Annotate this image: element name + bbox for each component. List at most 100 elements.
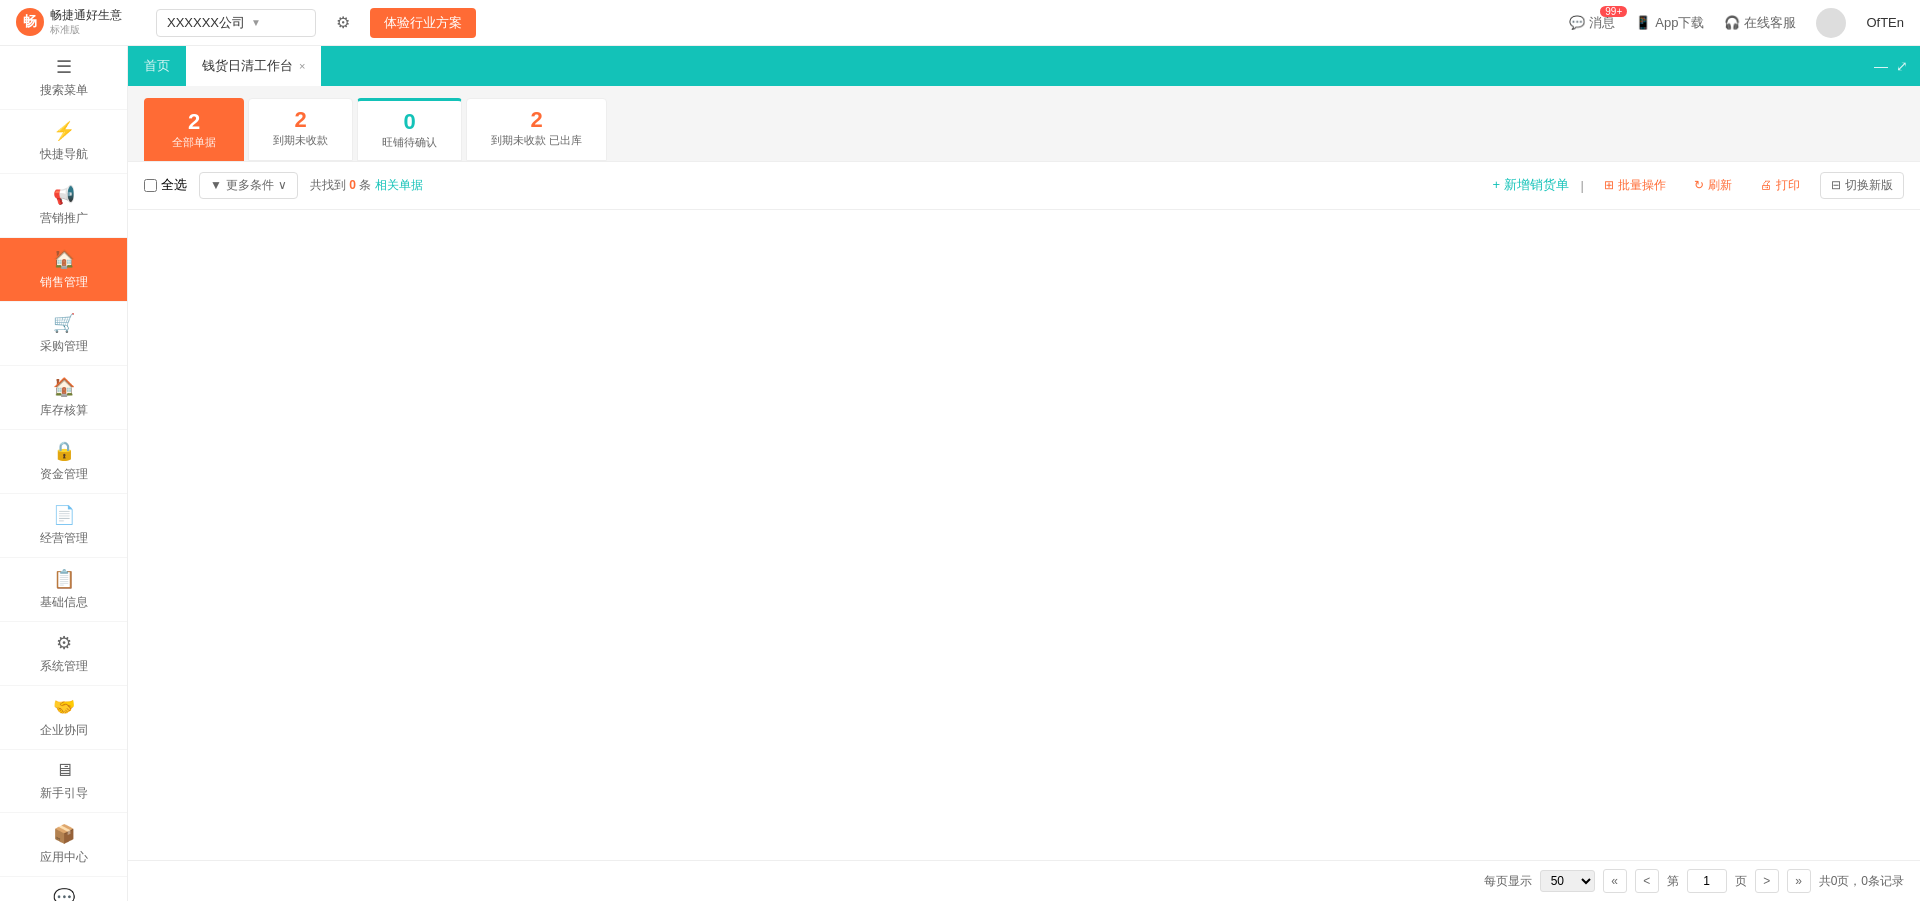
tab-active[interactable]: 钱货日清工作台 × xyxy=(186,46,321,86)
sidebar-inventory-label: 库存核算 xyxy=(40,402,88,419)
marketing-icon: 📢 xyxy=(53,184,75,206)
switch-button[interactable]: ⊟ 切换新版 xyxy=(1820,172,1904,199)
pagination: 每页显示 50 100 200 « < 第 页 > » 共0页，0条记录 xyxy=(128,860,1920,901)
batch-ops-button[interactable]: ⊞ 批量操作 xyxy=(1596,173,1674,198)
sidebar-guide-label: 新手引导 xyxy=(40,785,88,802)
search-icon: ☰ xyxy=(56,56,72,78)
first-page-button[interactable]: « xyxy=(1603,869,1627,893)
page-size-select[interactable]: 50 100 200 xyxy=(1540,870,1595,892)
select-all-checkbox[interactable] xyxy=(144,179,157,192)
settings-button[interactable]: ⚙ xyxy=(328,8,358,38)
page-label: 第 xyxy=(1667,873,1679,890)
tab-close-icon[interactable]: × xyxy=(299,60,305,72)
stat-overdue-label: 到期未收款 xyxy=(273,133,328,147)
sidebar: ☰ 搜索菜单 ⚡ 快捷导航 📢 营销推广 🏠 销售管理 🛒 采购管理 🏠 库存核… xyxy=(0,46,128,901)
batch-ops-label: 批量操作 xyxy=(1618,177,1666,194)
total-label: 共0页，0条记录 xyxy=(1819,873,1904,890)
batch-ops-icon: ⊞ xyxy=(1604,178,1614,192)
basic-info-icon: 📋 xyxy=(53,568,75,590)
sidebar-marketing-label: 营销推广 xyxy=(40,210,88,227)
sidebar-operations-label: 经营管理 xyxy=(40,530,88,547)
stat-tab-overdue[interactable]: 2 到期未收款 xyxy=(248,98,353,161)
avatar[interactable] xyxy=(1816,8,1846,38)
gear-icon: ⚙ xyxy=(336,13,350,32)
app-download-action[interactable]: 📱 App下载 xyxy=(1635,14,1704,32)
sidebar-item-cooperation[interactable]: 🤝 企业协同 xyxy=(0,686,127,750)
per-page-label: 每页显示 xyxy=(1484,873,1532,890)
main-content: 2 全部单据 2 到期未收款 0 旺铺待确认 2 到期未收款 已出库 全选 xyxy=(128,86,1920,901)
print-label: 打印 xyxy=(1776,177,1800,194)
sidebar-item-system[interactable]: ⚙ 系统管理 xyxy=(0,622,127,686)
header-right: 💬 消息 99+ 📱 App下载 🎧 在线客服 OfTEn xyxy=(1569,8,1904,38)
company-name: XXXXXX公司 xyxy=(167,14,245,32)
page-input[interactable] xyxy=(1687,869,1727,893)
chevron-icon: ∨ xyxy=(278,178,287,192)
last-page-button[interactable]: » xyxy=(1787,869,1811,893)
trial-button[interactable]: 体验行业方案 xyxy=(370,8,476,38)
tab-home[interactable]: 首页 xyxy=(128,46,186,86)
sidebar-item-purchase[interactable]: 🛒 采购管理 xyxy=(0,302,127,366)
related-link[interactable]: 相关单据 xyxy=(375,178,423,192)
new-sales-button[interactable]: + 新增销货单 xyxy=(1492,176,1568,194)
filter-button[interactable]: ▼ 更多条件 ∨ xyxy=(199,172,298,199)
prev-page-icon: < xyxy=(1643,874,1650,888)
stat-pending-label: 旺铺待确认 xyxy=(382,135,437,149)
stat-tab-pending[interactable]: 0 旺铺待确认 xyxy=(357,98,462,161)
app-download-label: App下载 xyxy=(1655,14,1704,32)
sidebar-sales-label: 销售管理 xyxy=(40,274,88,291)
tab-bar: 首页 钱货日清工作台 × — ⤢ xyxy=(128,46,1920,86)
sidebar-item-wechat[interactable]: 💬 企业微信 xyxy=(0,877,127,901)
sidebar-item-operations[interactable]: 📄 经营管理 xyxy=(0,494,127,558)
service-icon: 🎧 xyxy=(1724,15,1740,30)
stat-all-label: 全部单据 xyxy=(172,135,216,149)
prev-page-button[interactable]: < xyxy=(1635,869,1659,893)
switch-icon: ⊟ xyxy=(1831,178,1841,192)
sidebar-system-label: 系统管理 xyxy=(40,658,88,675)
sidebar-item-guide[interactable]: 🖥 新手引导 xyxy=(0,750,127,813)
minimize-icon[interactable]: — xyxy=(1874,58,1888,74)
found-text: 共找到 0 条 相关单据 xyxy=(310,177,423,194)
stat-tab-all[interactable]: 2 全部单据 xyxy=(144,98,244,161)
avatar-name: OfTEn xyxy=(1866,15,1904,30)
sidebar-item-sales[interactable]: 🏠 销售管理 xyxy=(0,238,127,302)
sidebar-app-center-label: 应用中心 xyxy=(40,849,88,866)
sidebar-item-finance[interactable]: 🔒 资金管理 xyxy=(0,430,127,494)
logo-badge: 标准版 xyxy=(50,23,122,37)
sales-icon: 🏠 xyxy=(53,248,75,270)
guide-icon: 🖥 xyxy=(55,760,73,781)
message-action[interactable]: 💬 消息 99+ xyxy=(1569,14,1615,32)
stat-tab-shipped[interactable]: 2 到期未收款 已出库 xyxy=(466,98,607,161)
online-service-action[interactable]: 🎧 在线客服 xyxy=(1724,14,1796,32)
next-page-button[interactable]: > xyxy=(1755,869,1779,893)
sidebar-item-basic-info[interactable]: 📋 基础信息 xyxy=(0,558,127,622)
stats-tabs: 2 全部单据 2 到期未收款 0 旺铺待确认 2 到期未收款 已出库 xyxy=(128,86,1920,162)
stat-overdue-number: 2 xyxy=(294,107,306,133)
print-button[interactable]: 🖨 打印 xyxy=(1752,173,1808,198)
sidebar-item-marketing[interactable]: 📢 营销推广 xyxy=(0,174,127,238)
table-area xyxy=(128,210,1920,860)
stat-shipped-number: 2 xyxy=(530,107,542,133)
sidebar-item-search[interactable]: ☰ 搜索菜单 xyxy=(0,46,127,110)
filter-icon: ▼ xyxy=(210,178,222,192)
online-service-label: 在线客服 xyxy=(1744,14,1796,32)
message-badge: 99+ xyxy=(1600,6,1627,17)
message-icon: 💬 xyxy=(1569,15,1585,30)
sidebar-item-quick-nav[interactable]: ⚡ 快捷导航 xyxy=(0,110,127,174)
logo-text: 畅捷通好生意 xyxy=(50,8,122,22)
expand-icon[interactable]: ⤢ xyxy=(1896,58,1908,74)
sidebar-item-inventory[interactable]: 🏠 库存核算 xyxy=(0,366,127,430)
header-left: 畅 畅捷通好生意 标准版 XXXXXX公司 ▼ ⚙ 体验行业方案 xyxy=(16,8,476,38)
print-icon: 🖨 xyxy=(1760,178,1772,192)
select-all-label: 全选 xyxy=(161,176,187,194)
cooperation-icon: 🤝 xyxy=(53,696,75,718)
stat-pending-number: 0 xyxy=(403,109,415,135)
sidebar-item-app-center[interactable]: 📦 应用中心 xyxy=(0,813,127,877)
company-selector[interactable]: XXXXXX公司 ▼ xyxy=(156,9,316,37)
stat-all-number: 2 xyxy=(188,109,200,135)
select-all-container[interactable]: 全选 xyxy=(144,176,187,194)
page-suffix: 页 xyxy=(1735,873,1747,890)
inventory-icon: 🏠 xyxy=(53,376,75,398)
refresh-button[interactable]: ↻ 刷新 xyxy=(1686,173,1740,198)
toolbar-left: 全选 ▼ 更多条件 ∨ 共找到 0 条 相关单据 xyxy=(144,172,1480,199)
content-area: 2 全部单据 2 到期未收款 0 旺铺待确认 2 到期未收款 已出库 全选 xyxy=(128,86,1920,901)
